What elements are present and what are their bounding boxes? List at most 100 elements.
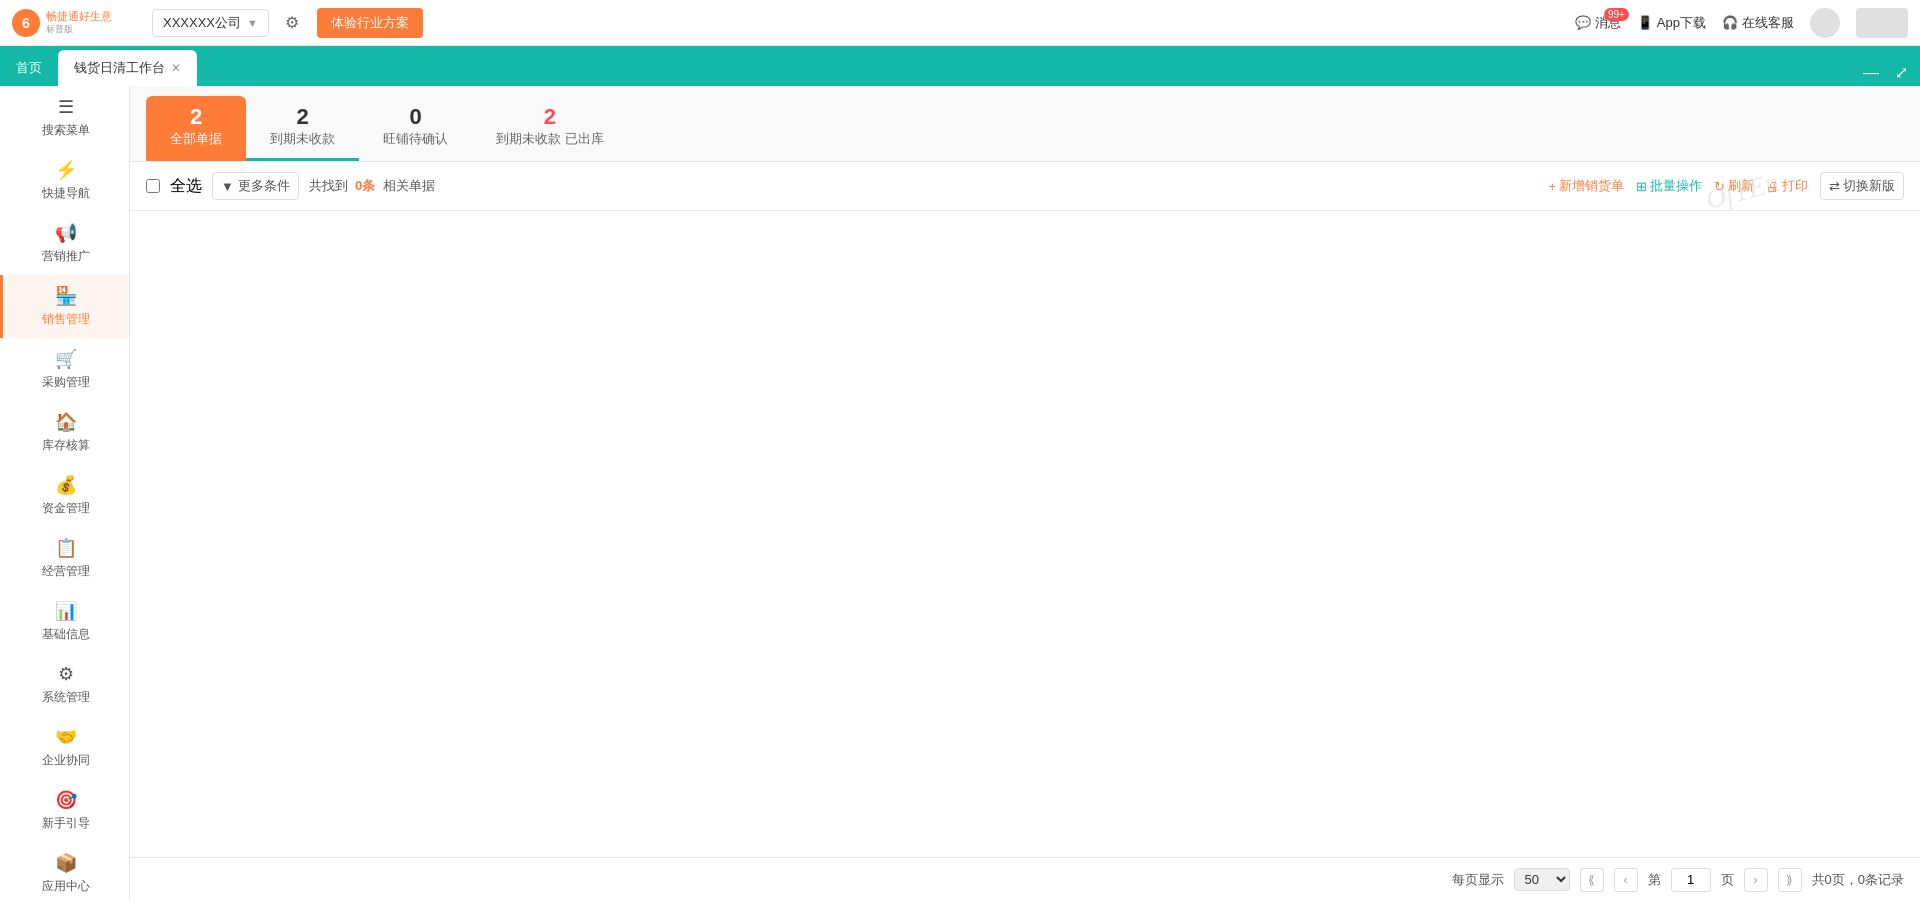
sidebar-item-purchase[interactable]: 🛒 采购管理	[0, 338, 129, 401]
online-service-label: 在线客服	[1742, 14, 1794, 32]
sidebar-item-label: 企业协同	[42, 752, 90, 769]
status-tab-num-all: 2	[190, 104, 202, 130]
select-all-label: 全选	[170, 176, 202, 197]
sidebar-item-quick-nav[interactable]: ⚡ 快捷导航	[0, 149, 129, 212]
user-name-placeholder[interactable]	[1856, 8, 1908, 38]
finance-icon: 💰	[55, 474, 77, 496]
sidebar-item-app-center[interactable]: 📦 应用中心	[0, 842, 129, 901]
service-icon: 🎧	[1722, 15, 1738, 30]
company-selector[interactable]: XXXXXX公司 ▼	[152, 9, 269, 37]
sidebar-item-label: 快捷导航	[42, 185, 90, 202]
company-dropdown-arrow: ▼	[247, 17, 258, 29]
toolbar-left: 全选 ▼ 更多条件 共找到 0条 相关单据	[146, 172, 1538, 200]
app-download-icon: 📱	[1637, 15, 1653, 30]
add-sales-order-button[interactable]: + 新增销货单	[1548, 177, 1624, 195]
add-label: 新增销货单	[1559, 177, 1624, 195]
per-page-label: 每页显示	[1452, 871, 1504, 889]
logo-icon: 6	[12, 9, 40, 37]
operations-icon: 📋	[55, 537, 77, 559]
sidebar-item-inventory[interactable]: 🏠 库存核算	[0, 401, 129, 464]
purchase-icon: 🛒	[55, 348, 77, 370]
sidebar-item-search[interactable]: ☰ 搜索菜单	[0, 86, 129, 149]
sidebar-item-marketing[interactable]: 📢 营销推广	[0, 212, 129, 275]
status-tab-label-all: 全部单据	[170, 130, 222, 148]
status-tab-wangpu[interactable]: 0 旺铺待确认	[359, 96, 472, 161]
tab-active-label: 钱货日清工作台	[74, 59, 165, 77]
status-tab-overdue-shipped[interactable]: 2 到期未收款 已出库	[472, 96, 628, 161]
page-suffix: 页	[1721, 871, 1734, 889]
quick-nav-icon: ⚡	[55, 159, 77, 181]
status-tab-label-wangpu: 旺铺待确认	[383, 130, 448, 148]
inner-content: 2 全部单据 2 到期未收款 0 旺铺待确认 2 到期未收款 已出库	[130, 86, 1920, 901]
filter-button[interactable]: ▼ 更多条件	[212, 172, 299, 200]
tab-bar-right: — ⤢	[1859, 59, 1920, 86]
avatar[interactable]	[1810, 8, 1840, 38]
app-download-label: App下载	[1657, 14, 1706, 32]
guide-icon: 🎯	[55, 789, 77, 811]
sidebar-item-label: 采购管理	[42, 374, 90, 391]
print-icon: 🖨	[1766, 179, 1779, 194]
footer-pagination: 每页显示 50 100 200 ⟪ ‹ 第 页 › ⟫ 共0页，0条记录	[130, 857, 1920, 901]
next-page-button[interactable]: ›	[1744, 868, 1768, 892]
toolbar: 全选 ▼ 更多条件 共找到 0条 相关单据 + 新增销货单	[130, 162, 1920, 211]
messages-badge: 99+	[1604, 8, 1629, 21]
inventory-icon: 🏠	[55, 411, 77, 433]
sidebar-item-label: 应用中心	[42, 878, 90, 895]
main-layout: ☰ 搜索菜单 ⚡ 快捷导航 📢 营销推广 🏪 销售管理 🛒 采购管理 🏠 库存核…	[0, 86, 1920, 901]
tab-maximize-button[interactable]: ⤢	[1891, 59, 1912, 86]
sidebar: ☰ 搜索菜单 ⚡ 快捷导航 📢 营销推广 🏪 销售管理 🛒 采购管理 🏠 库存核…	[0, 86, 130, 901]
sidebar-item-system[interactable]: ⚙ 系统管理	[0, 653, 129, 716]
experience-button[interactable]: 体验行业方案	[317, 8, 423, 38]
sidebar-item-sales[interactable]: 🏪 销售管理	[0, 275, 129, 338]
messages-icon: 💬	[1575, 15, 1591, 30]
prev-page-button[interactable]: ‹	[1614, 868, 1638, 892]
switch-version-button[interactable]: ⇄ 切换新版	[1820, 172, 1904, 200]
top-header: 6 畅捷通好生意 标普版 XXXXXX公司 ▼ ⚙ 体验行业方案 💬 消息 99…	[0, 0, 1920, 46]
enterprise-icon: 🤝	[55, 726, 77, 748]
marketing-icon: 📢	[55, 222, 77, 244]
tab-minimize-button[interactable]: —	[1859, 60, 1883, 86]
sidebar-item-enterprise[interactable]: 🤝 企业协同	[0, 716, 129, 779]
first-page-button[interactable]: ⟪	[1580, 868, 1604, 892]
status-tabs: 2 全部单据 2 到期未收款 0 旺铺待确认 2 到期未收款 已出库	[130, 86, 1920, 162]
sidebar-item-label: 搜索菜单	[42, 122, 90, 139]
sidebar-item-operations[interactable]: 📋 经营管理	[0, 527, 129, 590]
logo-tag: 标普版	[46, 23, 112, 36]
sidebar-item-finance[interactable]: 💰 资金管理	[0, 464, 129, 527]
messages-button[interactable]: 💬 消息 99+	[1575, 14, 1621, 32]
company-name: XXXXXX公司	[163, 14, 241, 32]
basic-info-icon: 📊	[55, 600, 77, 622]
online-service-button[interactable]: 🎧 在线客服	[1722, 14, 1794, 32]
refresh-button[interactable]: ↻ 刷新	[1714, 177, 1754, 195]
tab-active[interactable]: 钱货日清工作台 ✕	[58, 50, 197, 86]
sidebar-item-guide[interactable]: 🎯 新手引导	[0, 779, 129, 842]
page-label: 第	[1648, 871, 1661, 889]
content-area: 2 全部单据 2 到期未收款 0 旺铺待确认 2 到期未收款 已出库	[130, 86, 1920, 901]
switch-icon: ⇄	[1829, 179, 1840, 194]
print-label: 打印	[1782, 177, 1808, 195]
toolbar-right: + 新增销货单 ⊞ 批量操作 ↻ 刷新 🖨 打印	[1548, 172, 1904, 200]
batch-operation-button[interactable]: ⊞ 批量操作	[1636, 177, 1702, 195]
sidebar-item-label: 销售管理	[42, 311, 90, 328]
status-tab-overdue[interactable]: 2 到期未收款	[246, 96, 359, 161]
select-all-checkbox[interactable]	[146, 179, 160, 193]
tab-home[interactable]: 首页	[0, 50, 58, 86]
app-download-button[interactable]: 📱 App下载	[1637, 14, 1706, 32]
refresh-icon: ↻	[1714, 179, 1725, 194]
filter-icon: ▼	[221, 179, 234, 194]
switch-label: 切换新版	[1843, 177, 1895, 195]
per-page-select[interactable]: 50 100 200	[1514, 868, 1570, 891]
sidebar-item-label: 库存核算	[42, 437, 90, 454]
status-tab-label-overdue-shipped: 到期未收款 已出库	[496, 130, 604, 148]
tab-close-button[interactable]: ✕	[171, 61, 181, 75]
status-tab-all[interactable]: 2 全部单据	[146, 96, 246, 161]
settings-button[interactable]: ⚙	[277, 8, 307, 38]
batch-label: 批量操作	[1650, 177, 1702, 195]
sidebar-item-basic-info[interactable]: 📊 基础信息	[0, 590, 129, 653]
page-input[interactable]	[1671, 868, 1711, 892]
print-button[interactable]: 🖨 打印	[1766, 177, 1808, 195]
tab-bar: 首页 钱货日清工作台 ✕ — ⤢	[0, 46, 1920, 86]
header-right: 💬 消息 99+ 📱 App下载 🎧 在线客服	[1575, 8, 1908, 38]
last-page-button[interactable]: ⟫	[1778, 868, 1802, 892]
filter-label: 更多条件	[238, 177, 290, 195]
